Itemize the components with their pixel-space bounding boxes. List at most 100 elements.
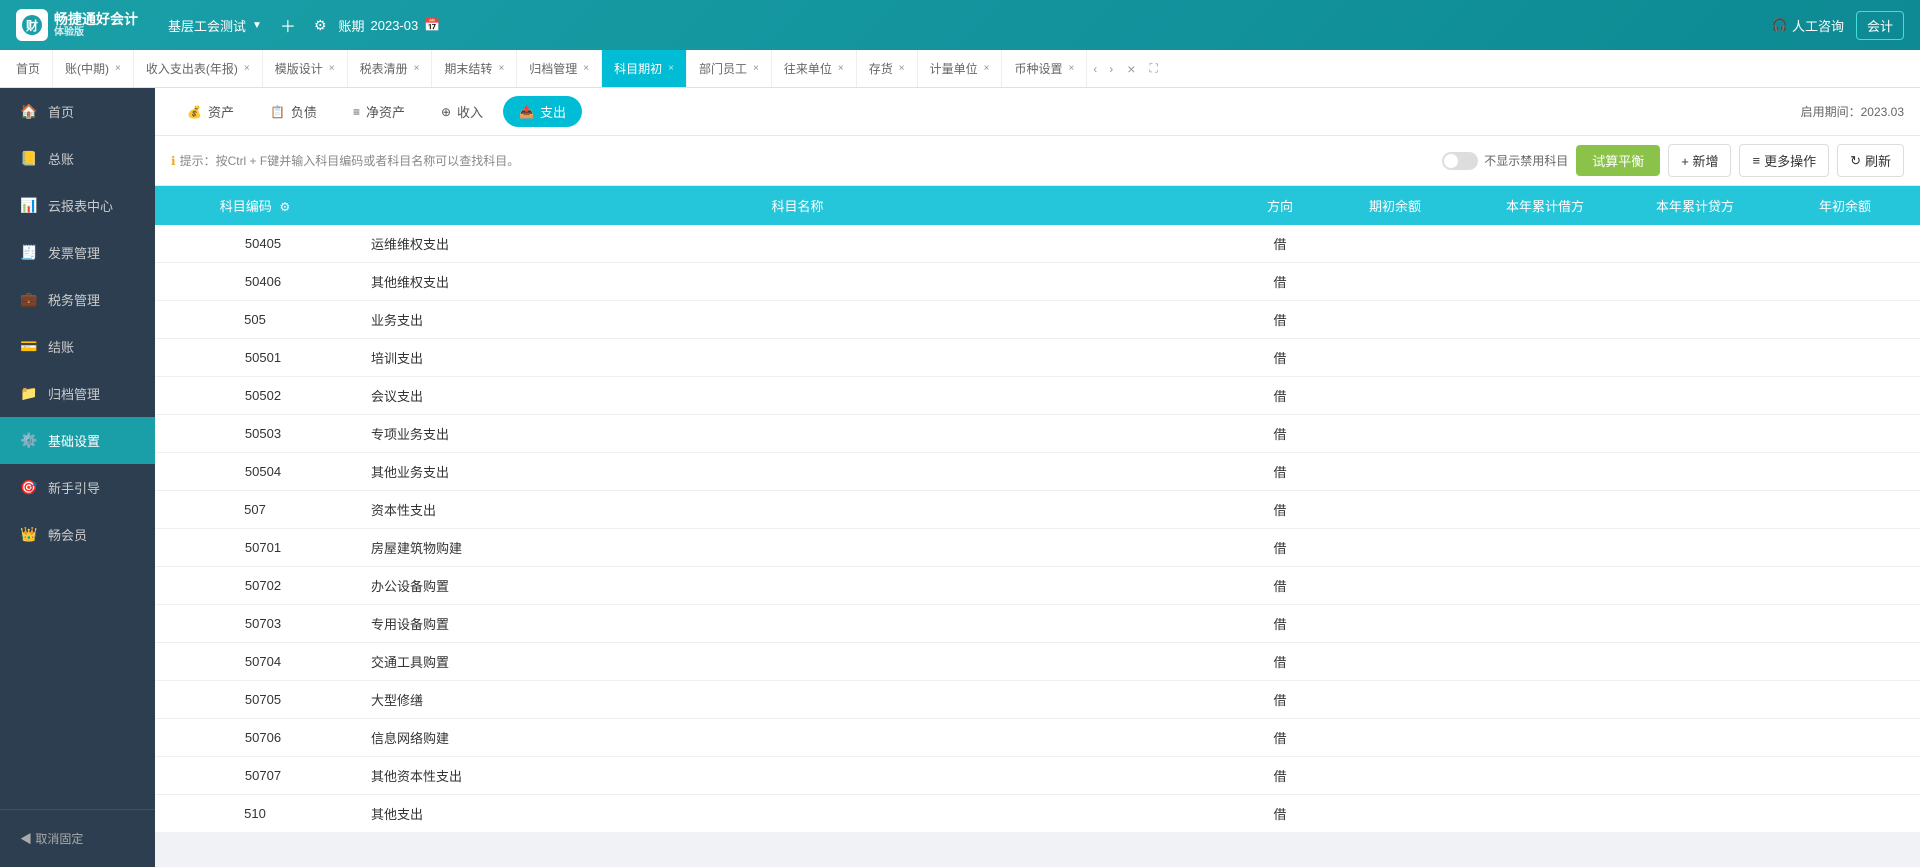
- cell-year-credit[interactable]: [1620, 339, 1770, 377]
- cell-period-balance[interactable]: [1320, 377, 1470, 415]
- cell-period-balance[interactable]: [1320, 491, 1470, 529]
- table-row[interactable]: 50706 信息网络购建 借: [155, 719, 1920, 757]
- cell-year-balance[interactable]: [1770, 225, 1920, 263]
- sidebar-item-home[interactable]: 🏠 首页: [0, 88, 155, 135]
- sidebar-item-ledger[interactable]: 📒 总账: [0, 135, 155, 182]
- tab-close-icon[interactable]: ×: [583, 63, 589, 74]
- toggle-disabled-subjects[interactable]: [1442, 152, 1478, 170]
- cell-year-debit[interactable]: [1470, 605, 1620, 643]
- add-button[interactable]: + 新增: [1668, 144, 1731, 177]
- cell-year-balance[interactable]: [1770, 719, 1920, 757]
- tab-customers[interactable]: 往来单位 ×: [772, 50, 857, 88]
- cell-year-credit[interactable]: [1620, 643, 1770, 681]
- sidebar-item-settings[interactable]: ⚙️ 基础设置: [0, 417, 155, 464]
- tab-home[interactable]: 首页: [4, 50, 53, 88]
- tab-close-icon[interactable]: ×: [753, 63, 759, 74]
- cell-period-balance[interactable]: [1320, 529, 1470, 567]
- tab-close-icon[interactable]: ×: [115, 63, 121, 74]
- cell-year-debit[interactable]: [1470, 225, 1620, 263]
- tab-period-transfer[interactable]: 期末结转 ×: [432, 50, 517, 88]
- cell-year-debit[interactable]: [1470, 757, 1620, 795]
- cell-year-balance[interactable]: [1770, 605, 1920, 643]
- tab-close-icon[interactable]: ×: [498, 63, 504, 74]
- collapse-button[interactable]: ◀ 取消固定: [0, 822, 155, 855]
- cell-period-balance[interactable]: [1320, 643, 1470, 681]
- tab-inventory[interactable]: 存货 ×: [857, 50, 918, 88]
- tab-ledger-mid[interactable]: 账(中期) ×: [53, 50, 134, 88]
- sidebar-item-settle[interactable]: 💳 结账: [0, 323, 155, 370]
- cell-year-credit[interactable]: [1620, 795, 1770, 833]
- refresh-button[interactable]: ↻ 刷新: [1837, 144, 1904, 177]
- table-row[interactable]: 50701 房屋建筑物购建 借: [155, 529, 1920, 567]
- cell-year-credit[interactable]: [1620, 377, 1770, 415]
- cell-year-balance[interactable]: [1770, 757, 1920, 795]
- cell-period-balance[interactable]: [1320, 415, 1470, 453]
- tab-expand-button[interactable]: ⛶: [1143, 57, 1163, 80]
- sub-tab-expense[interactable]: 📤 支出: [503, 96, 582, 127]
- table-row[interactable]: 50704 交通工具购置 借: [155, 643, 1920, 681]
- tab-archive[interactable]: 归档管理 ×: [517, 50, 602, 88]
- cell-year-debit[interactable]: [1470, 529, 1620, 567]
- company-selector[interactable]: 基层工会测试 ▼: [168, 16, 262, 35]
- col-header-code[interactable]: 科目编码 ⚙: [155, 186, 355, 225]
- cell-year-balance[interactable]: [1770, 263, 1920, 301]
- sub-tab-liability[interactable]: 📋 负债: [254, 96, 333, 127]
- cell-year-debit[interactable]: [1470, 263, 1620, 301]
- tab-close-icon[interactable]: ×: [1068, 63, 1074, 74]
- sub-tab-income[interactable]: ⊕ 收入: [425, 96, 499, 127]
- tab-dept-staff[interactable]: 部门员工 ×: [687, 50, 772, 88]
- tab-prev-button[interactable]: ‹: [1087, 58, 1103, 80]
- table-wrapper[interactable]: 科目编码 ⚙ 科目名称 方向 期初余额 本年累计借方: [155, 186, 1920, 867]
- sidebar-item-invoice[interactable]: 🧾 发票管理: [0, 229, 155, 276]
- tab-subject-init[interactable]: 科目期初 ×: [602, 50, 687, 88]
- cell-period-balance[interactable]: [1320, 757, 1470, 795]
- cell-year-credit[interactable]: [1620, 415, 1770, 453]
- cell-year-debit[interactable]: [1470, 415, 1620, 453]
- cell-year-balance[interactable]: [1770, 681, 1920, 719]
- cell-year-debit[interactable]: [1470, 453, 1620, 491]
- cell-period-balance[interactable]: [1320, 719, 1470, 757]
- account-button[interactable]: 会计: [1856, 11, 1904, 40]
- table-row[interactable]: 507 资本性支出 借: [155, 491, 1920, 529]
- cell-year-credit[interactable]: [1620, 681, 1770, 719]
- cell-year-credit[interactable]: [1620, 225, 1770, 263]
- cell-period-balance[interactable]: [1320, 681, 1470, 719]
- cell-year-balance[interactable]: [1770, 377, 1920, 415]
- service-button[interactable]: 🎧 人工咨询: [1772, 16, 1844, 35]
- cell-year-balance[interactable]: [1770, 415, 1920, 453]
- cell-period-balance[interactable]: [1320, 225, 1470, 263]
- cell-year-balance[interactable]: [1770, 339, 1920, 377]
- table-row[interactable]: 50707 其他资本性支出 借: [155, 757, 1920, 795]
- tab-close-icon[interactable]: ×: [838, 63, 844, 74]
- cell-period-balance[interactable]: [1320, 567, 1470, 605]
- table-row[interactable]: 50702 办公设备购置 借: [155, 567, 1920, 605]
- cell-year-credit[interactable]: [1620, 263, 1770, 301]
- cell-period-balance[interactable]: [1320, 795, 1470, 833]
- table-row[interactable]: 50503 专项业务支出 借: [155, 415, 1920, 453]
- cell-year-credit[interactable]: [1620, 529, 1770, 567]
- cell-period-balance[interactable]: [1320, 301, 1470, 339]
- balance-button[interactable]: 试算平衡: [1576, 145, 1660, 176]
- cell-year-credit[interactable]: [1620, 453, 1770, 491]
- cell-year-debit[interactable]: [1470, 301, 1620, 339]
- cell-year-debit[interactable]: [1470, 795, 1620, 833]
- cell-period-balance[interactable]: [1320, 605, 1470, 643]
- cell-period-balance[interactable]: [1320, 339, 1470, 377]
- tab-template[interactable]: 模版设计 ×: [263, 50, 348, 88]
- tab-close-icon[interactable]: ×: [244, 63, 250, 74]
- table-row[interactable]: 50703 专用设备购置 借: [155, 605, 1920, 643]
- gear-icon[interactable]: ⚙: [279, 200, 290, 214]
- cell-year-balance[interactable]: [1770, 491, 1920, 529]
- table-row[interactable]: 50501 培训支出 借: [155, 339, 1920, 377]
- cell-year-debit[interactable]: [1470, 339, 1620, 377]
- cell-period-balance[interactable]: [1320, 263, 1470, 301]
- calendar-icon[interactable]: 📅: [424, 17, 440, 33]
- settings-icon[interactable]: ⚙: [314, 17, 327, 34]
- sidebar-item-reports[interactable]: 📊 云报表中心: [0, 182, 155, 229]
- cell-year-credit[interactable]: [1620, 301, 1770, 339]
- more-operations-button[interactable]: ≡ 更多操作: [1739, 144, 1829, 177]
- table-row[interactable]: 50705 大型修缮 借: [155, 681, 1920, 719]
- table-row[interactable]: 50502 会议支出 借: [155, 377, 1920, 415]
- sidebar-item-member[interactable]: 👑 畅会员: [0, 511, 155, 558]
- cell-year-debit[interactable]: [1470, 491, 1620, 529]
